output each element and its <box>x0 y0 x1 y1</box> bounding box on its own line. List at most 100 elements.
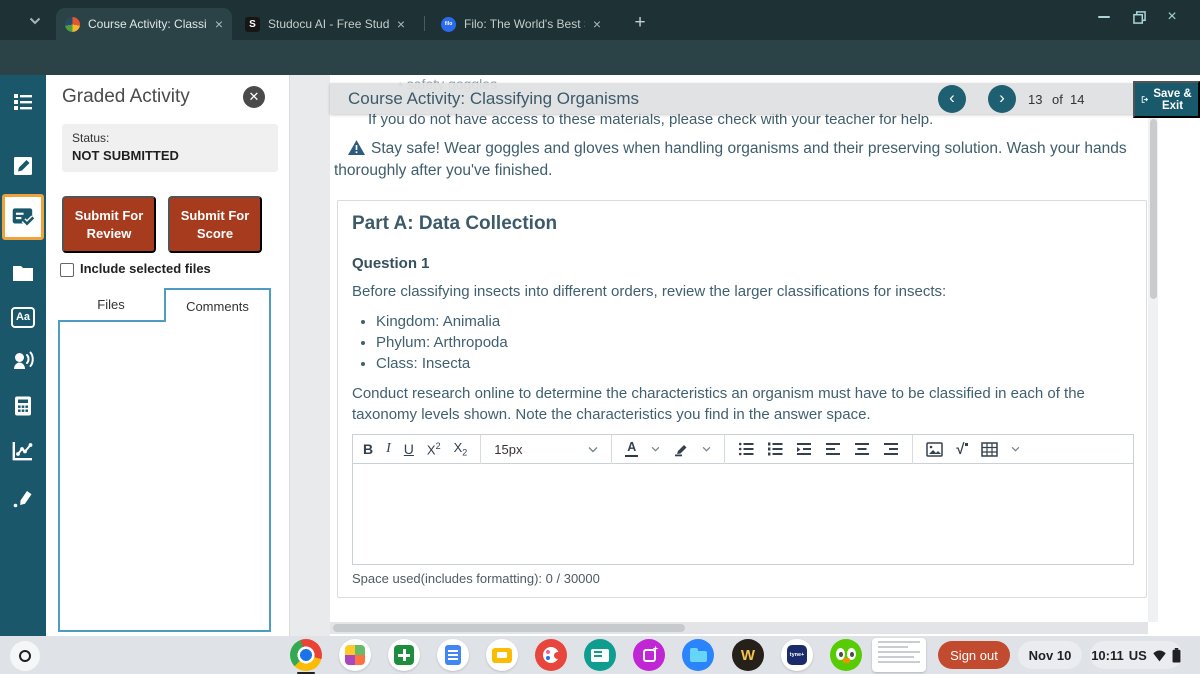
underline-button[interactable]: U <box>404 441 414 457</box>
duolingo-app-icon[interactable] <box>830 639 862 671</box>
cards-app-icon[interactable] <box>584 639 616 671</box>
submit-for-score-button[interactable]: Submit For Score <box>168 196 262 253</box>
sidebar-item-highlighter[interactable] <box>0 482 46 512</box>
progress-chart-icon <box>12 442 33 461</box>
font-size-select[interactable]: 15px <box>494 442 598 457</box>
scrollbar-thumb[interactable] <box>1149 119 1157 299</box>
close-tab-icon[interactable]: × <box>215 17 223 31</box>
screenshot-thumbnail[interactable] <box>872 638 926 672</box>
indent-button[interactable] <box>796 441 812 457</box>
insert-table-button[interactable] <box>980 441 998 457</box>
align-left-button[interactable] <box>825 441 841 457</box>
battery-icon <box>1172 647 1181 663</box>
answer-text-area[interactable] <box>352 464 1134 565</box>
insert-equation-button[interactable]: √ <box>956 441 968 458</box>
slides-app-icon[interactable] <box>486 639 518 671</box>
italic-button[interactable]: I <box>386 441 391 457</box>
align-right-button[interactable] <box>883 441 899 457</box>
subscript-button[interactable]: X2 <box>454 440 468 458</box>
files-panel-content[interactable] <box>58 322 271 632</box>
calculator-icon <box>15 396 31 416</box>
panel-gutter <box>290 75 330 636</box>
sidebar-item-graded-activity[interactable] <box>2 194 44 240</box>
lesson-title: Course Activity: Classifying Organisms <box>348 89 639 108</box>
green-cross-app-icon[interactable] <box>388 639 420 671</box>
tab-title: Filo: The World's Best Study He <box>464 17 585 31</box>
highlight-color-button[interactable] <box>673 441 689 457</box>
graded-activity-panel: Graded Activity ✕ Status: NOT SUBMITTED … <box>46 75 290 636</box>
page-current: 13 <box>1028 92 1043 107</box>
taxonomy-list: Kingdom: AnimaliaPhylum: ArthropodaClass… <box>358 311 508 374</box>
sidebar-item-read-aloud[interactable] <box>0 346 46 376</box>
previous-page-button[interactable]: ‹ <box>938 84 966 113</box>
part-a-heading: Part A: Data Collection <box>352 213 558 234</box>
sparkle-app-icon[interactable] <box>633 639 665 671</box>
sidebar-item-folder[interactable] <box>0 258 46 288</box>
part-a-card: Part A: Data Collection Question 1 Befor… <box>337 200 1147 598</box>
sign-out-button[interactable]: Sign out <box>938 641 1010 669</box>
sidebar-item-glossary[interactable]: Aa <box>0 302 46 332</box>
chrome-app-icon[interactable] <box>290 639 322 671</box>
page-of-label: of <box>1052 92 1063 107</box>
submit-for-review-button[interactable]: Submit For Review <box>62 196 156 253</box>
numbered-list-button[interactable] <box>767 441 783 457</box>
new-tab-button[interactable]: + <box>626 9 654 37</box>
chromeos-shelf: W tyne+ Sign out Nov 10 10:11 US <box>0 636 1200 674</box>
browser-tab-strip: Course Activity: Classifying Org × S Stu… <box>0 0 1200 40</box>
next-page-button[interactable]: › <box>988 84 1016 113</box>
scrollbar-thumb[interactable] <box>333 624 685 632</box>
editor-toolbar: B I U X2 X2 15px A √ <box>352 434 1134 464</box>
docs-app-icon[interactable] <box>437 639 469 671</box>
date-display[interactable]: Nov 10 <box>1018 641 1082 669</box>
folder-icon <box>13 266 33 281</box>
browser-tab-studocu[interactable]: S Studocu AI - Free Study Tool fo × <box>236 8 414 40</box>
browser-tab-filo[interactable]: filo Filo: The World's Best Study He × <box>432 8 610 40</box>
bullet-list-button[interactable] <box>738 441 754 457</box>
question-intro: Before classifying insects into differen… <box>352 283 947 300</box>
tab-files[interactable]: Files <box>58 288 164 322</box>
studocu-favicon: S <box>245 16 260 32</box>
question-label: Question 1 <box>352 255 430 272</box>
tab-comments[interactable]: Comments <box>164 288 271 322</box>
align-center-button[interactable] <box>854 441 870 457</box>
minimize-button[interactable] <box>1095 8 1113 26</box>
w-flame-app-icon[interactable]: W <box>732 639 764 671</box>
input-locale: US <box>1128 647 1147 663</box>
gallery-app-icon[interactable] <box>339 639 371 671</box>
restore-button[interactable] <box>1130 8 1148 26</box>
canvas-app-icon[interactable] <box>535 639 567 671</box>
vertical-scrollbar[interactable] <box>1148 114 1158 622</box>
insert-image-button[interactable] <box>926 441 944 457</box>
chevron-down-icon[interactable] <box>1011 446 1020 452</box>
close-panel-button[interactable]: ✕ <box>243 86 265 108</box>
sidebar-item-table-of-contents[interactable] <box>0 87 46 117</box>
browser-tab-course-activity[interactable]: Course Activity: Classifying Org × <box>56 8 232 40</box>
status-tray[interactable]: 10:11 US <box>1090 641 1182 669</box>
bold-button[interactable]: B <box>363 441 373 457</box>
font-size-value: 15px <box>494 441 523 457</box>
chevron-down-icon[interactable] <box>651 446 660 452</box>
table-of-contents-icon <box>14 94 32 110</box>
close-tab-icon[interactable]: × <box>593 17 601 31</box>
close-tab-icon[interactable]: × <box>397 17 405 31</box>
sidebar-item-notes[interactable] <box>0 151 46 181</box>
close-window-button[interactable]: × <box>1163 8 1181 26</box>
list-item: Kingdom: Animalia <box>376 311 508 332</box>
files-app-icon[interactable] <box>682 639 714 671</box>
launcher-button[interactable] <box>10 641 40 671</box>
horizontal-scrollbar[interactable] <box>330 622 1148 634</box>
include-selected-files-checkbox[interactable] <box>60 263 74 277</box>
tab-search-button[interactable] <box>24 10 46 32</box>
safety-warning: Stay safe! Wear goggles and gloves when … <box>334 138 1134 183</box>
status-label: Status: <box>72 131 110 145</box>
sidebar-item-calculator[interactable] <box>0 391 46 421</box>
list-item: Class: Insecta <box>376 353 508 374</box>
read-aloud-icon <box>14 351 34 369</box>
chevron-down-icon[interactable] <box>702 446 711 452</box>
text-color-button[interactable]: A <box>625 441 639 457</box>
navy-square-app-icon[interactable]: tyne+ <box>781 639 813 671</box>
sidebar-item-progress[interactable] <box>0 436 46 466</box>
superscript-button[interactable]: X2 <box>427 441 441 457</box>
save-and-exit-button[interactable]: Save & Exit <box>1133 81 1200 118</box>
rich-text-editor: B I U X2 X2 15px A √ <box>352 434 1134 565</box>
